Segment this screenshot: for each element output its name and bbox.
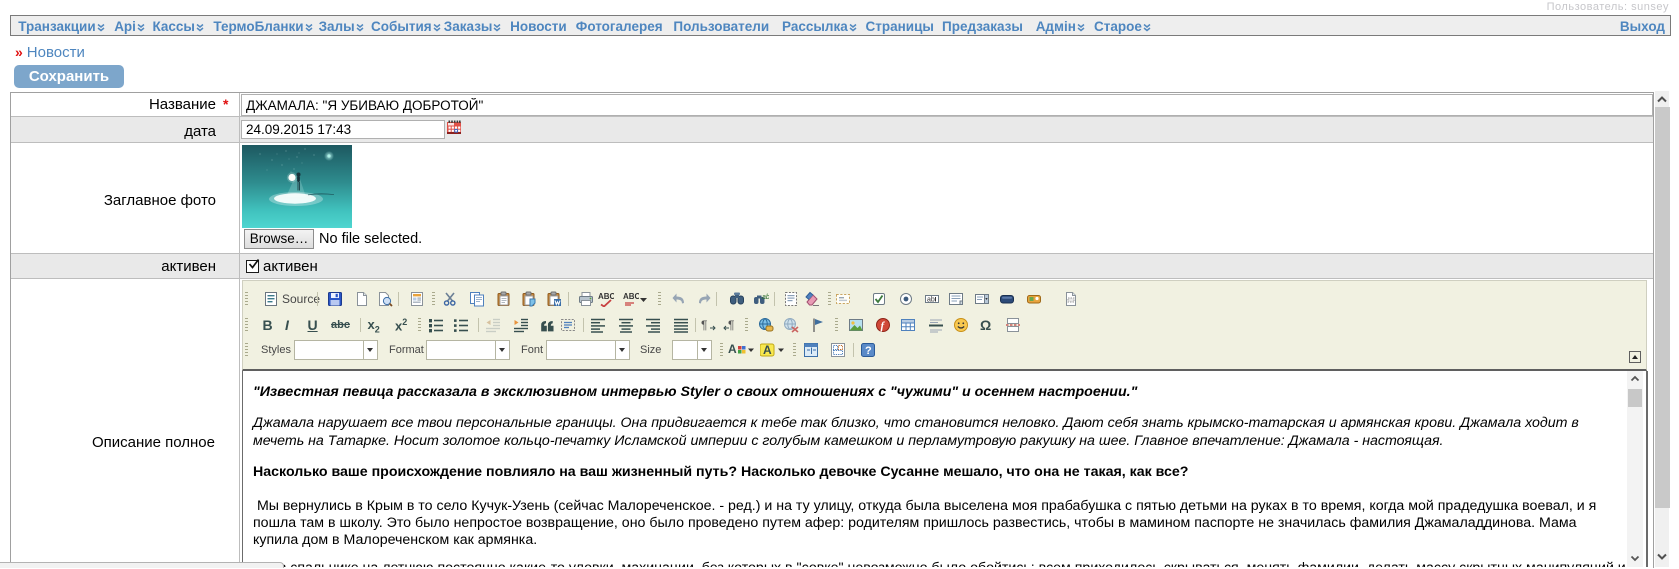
svg-text:A: A bbox=[728, 342, 737, 356]
svg-text:ABC: ABC bbox=[623, 292, 639, 301]
svg-text:?: ? bbox=[865, 345, 872, 357]
svg-text:¶: ¶ bbox=[728, 318, 734, 332]
svg-text:¶: ¶ bbox=[701, 318, 707, 332]
svg-text:ab: ab bbox=[927, 297, 935, 304]
svg-text:A: A bbox=[763, 343, 772, 357]
svg-text:ab: ab bbox=[762, 294, 769, 301]
svg-text:ABC: ABC bbox=[598, 292, 614, 301]
